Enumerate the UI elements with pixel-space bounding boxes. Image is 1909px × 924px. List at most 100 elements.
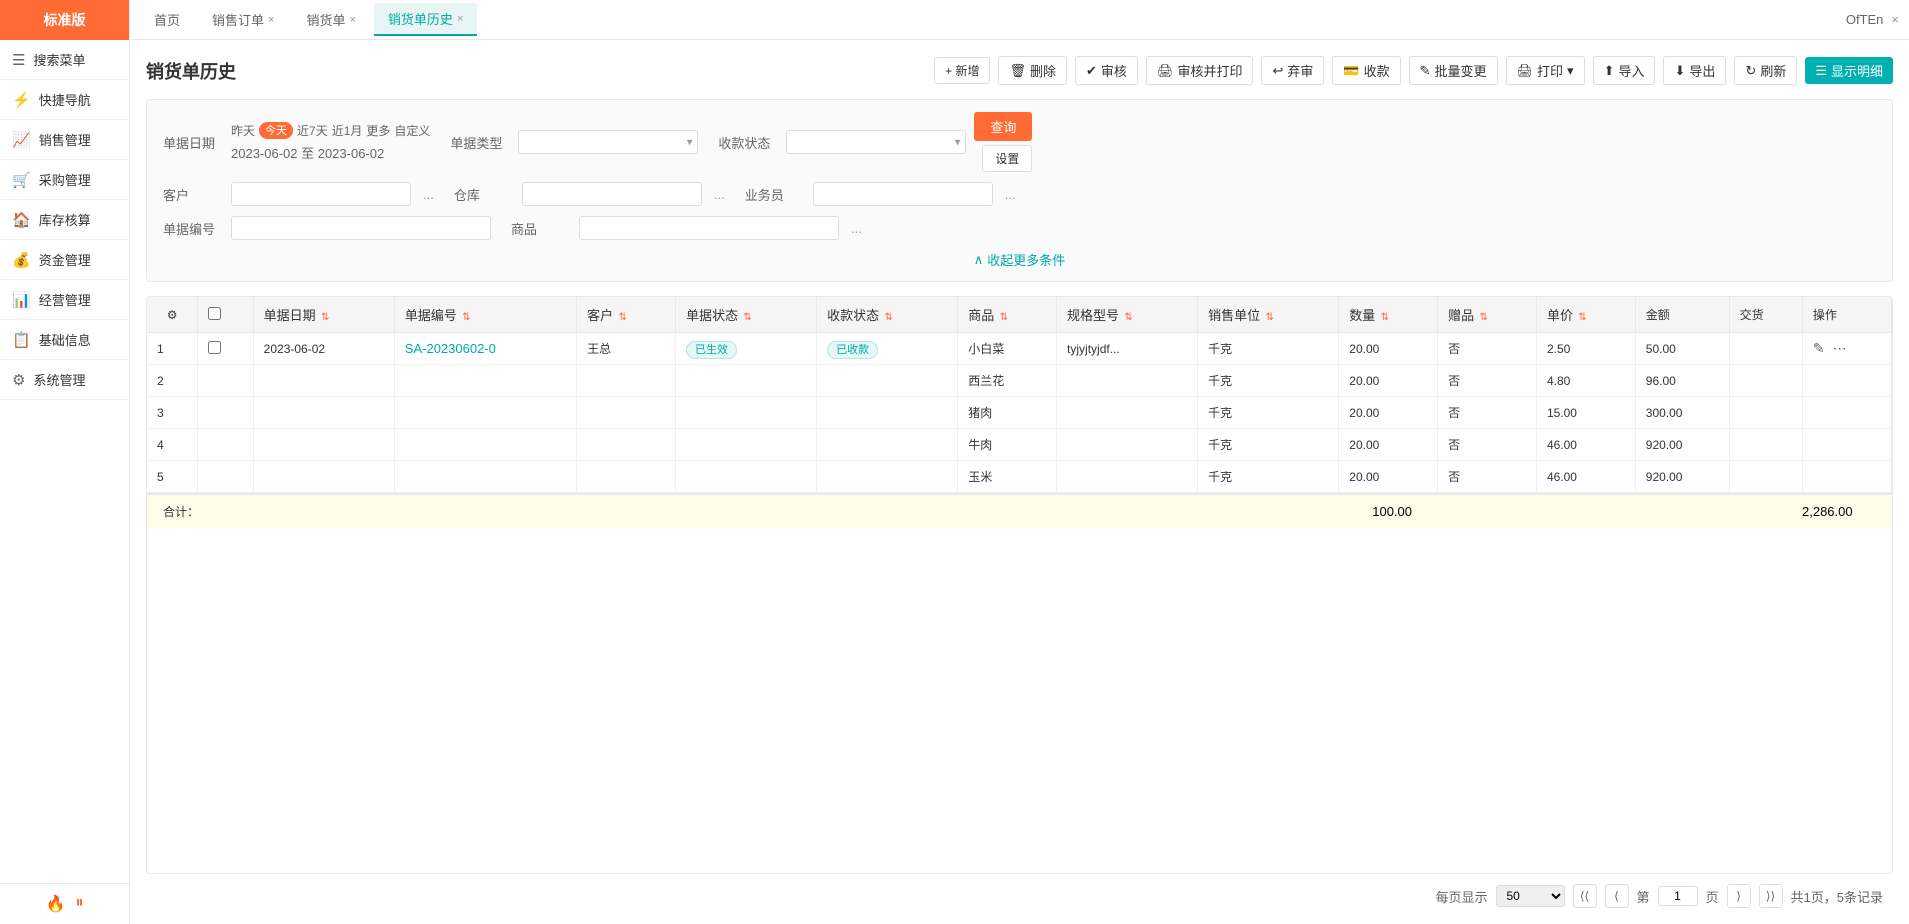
th-checkbox[interactable] — [198, 297, 253, 333]
audit-button[interactable]: ✔ 审核 — [1075, 56, 1138, 85]
date-custom[interactable]: 自定义 — [394, 122, 430, 139]
print-button[interactable]: 🖨 打印 ▾ — [1506, 56, 1585, 85]
th-qty[interactable]: 数量 ⇅ — [1339, 297, 1438, 333]
date-today[interactable]: 今天 — [259, 122, 293, 139]
abandon-button[interactable]: ↩ 弃审 — [1261, 56, 1324, 85]
td-doc-date — [253, 397, 394, 429]
select-all-checkbox[interactable] — [208, 307, 221, 320]
sidebar-item-sys-mgmt[interactable]: ⚙ 系统管理 — [0, 360, 129, 400]
toolbar: + 新增 🗑 删除 ✔ 审核 🖨 审核并打印 ↩ 弃审 — [934, 56, 1893, 85]
edit-icon[interactable]: ✎ — [1813, 340, 1825, 357]
import-button[interactable]: ⬆ 导入 — [1593, 56, 1656, 85]
collapse-row[interactable]: ∧ 收起更多条件 — [163, 250, 1876, 269]
date-1month[interactable]: 近1月 — [332, 122, 363, 139]
date-7days[interactable]: 近7天 — [297, 122, 328, 139]
sidebar-item-basic-info[interactable]: 📋 基础信息 — [0, 320, 129, 360]
th-spec[interactable]: 规格型号 ⇅ — [1057, 297, 1198, 333]
salesperson-dots[interactable]: ... — [1005, 187, 1016, 202]
tab-sales-goods-close[interactable]: × — [349, 14, 355, 26]
prev-page-btn[interactable]: ⟨ — [1605, 884, 1629, 908]
customer-dots[interactable]: ... — [423, 187, 434, 202]
goods-input[interactable] — [579, 216, 839, 240]
sidebar-item-search-menu[interactable]: ☰ 搜索菜单 — [0, 40, 129, 80]
date-yesterday[interactable]: 昨天 — [231, 122, 255, 139]
refresh-label: 刷新 — [1760, 61, 1786, 80]
th-doc-no[interactable]: 单据编号 ⇅ — [394, 297, 576, 333]
td-checkbox[interactable] — [198, 333, 253, 365]
td-doc-date: 2023-06-02 — [253, 333, 394, 365]
td-doc-status — [675, 461, 816, 493]
docno-input[interactable] — [231, 216, 491, 240]
tab-home[interactable]: 首页 — [140, 4, 194, 35]
th-doc-date[interactable]: 单据日期 ⇅ — [253, 297, 394, 333]
td-checkbox[interactable] — [198, 429, 253, 461]
warehouse-dots[interactable]: ... — [714, 187, 725, 202]
last-page-btn[interactable]: ⟩⟩ — [1759, 884, 1783, 908]
date-quick-buttons: 昨天 今天 近7天 近1月 更多 自定义 — [231, 122, 430, 139]
paystatus-select[interactable] — [786, 130, 966, 154]
topbar-close-btn[interactable]: × — [1891, 12, 1899, 27]
td-doc-status — [675, 397, 816, 429]
tab-sales-history[interactable]: 销货单历史 × — [374, 3, 477, 36]
doctype-select[interactable] — [518, 130, 698, 154]
th-unit[interactable]: 销售单位 ⇅ — [1198, 297, 1339, 333]
tab-sales-history-close[interactable]: × — [457, 13, 463, 25]
th-gift[interactable]: 赠品 ⇅ — [1438, 297, 1537, 333]
date-more[interactable]: 更多 — [366, 122, 390, 139]
first-page-btn[interactable]: ⟨⟨ — [1573, 884, 1597, 908]
set-button[interactable]: 设置 — [982, 145, 1032, 172]
audit-print-button[interactable]: 🖨 审核并打印 — [1146, 56, 1254, 85]
sidebar-item-purchase-mgmt[interactable]: 🛒 采购管理 — [0, 160, 129, 200]
sidebar-pause-icon[interactable]: ⏸ — [75, 894, 83, 914]
refresh-button[interactable]: ↻ 刷新 — [1734, 56, 1797, 85]
next-page-btn[interactable]: ⟩ — [1727, 884, 1751, 908]
date-label: 单据日期 — [163, 133, 223, 152]
salesperson-input[interactable] — [813, 182, 993, 206]
tab-sales-order[interactable]: 销售订单 × — [198, 4, 288, 35]
td-transaction — [1729, 333, 1802, 365]
row-checkbox[interactable] — [208, 341, 221, 354]
sidebar-fire-icon[interactable]: 🔥 — [46, 894, 66, 914]
td-rownum: 1 — [147, 333, 198, 365]
td-checkbox[interactable] — [198, 461, 253, 493]
td-unit: 千克 — [1198, 429, 1339, 461]
tab-sales-goods[interactable]: 销货单 × — [292, 4, 369, 35]
td-checkbox[interactable] — [198, 397, 253, 429]
sidebar-item-sales-mgmt[interactable]: 📈 销售管理 — [0, 120, 129, 160]
export-button[interactable]: ⬇ 导出 — [1663, 56, 1726, 85]
page-title: 销货单历史 — [146, 58, 236, 84]
page-size-select[interactable]: 20 50 100 — [1496, 885, 1565, 907]
warehouse-input[interactable] — [522, 182, 702, 206]
show-detail-button[interactable]: ☰ 显示明细 — [1805, 57, 1893, 84]
add-button[interactable]: + 新增 — [934, 57, 990, 84]
td-customer — [577, 397, 676, 429]
page-input[interactable]: 1 — [1658, 886, 1698, 906]
customer-input[interactable] — [231, 182, 411, 206]
th-unit-price[interactable]: 单价 ⇅ — [1536, 297, 1635, 333]
goods-dots[interactable]: ... — [851, 221, 862, 236]
query-button[interactable]: 查询 — [974, 112, 1032, 141]
sidebar-item-ops-mgmt[interactable]: 📊 经营管理 — [0, 280, 129, 320]
more-icon[interactable]: ⋯ — [1833, 340, 1847, 357]
date-range-text: 2023-06-02 至 2023-06-02 — [231, 143, 384, 162]
export-icon: ⬇ — [1674, 63, 1685, 79]
th-customer[interactable]: 客户 ⇅ — [577, 297, 676, 333]
th-gift-sort: ⇅ — [1479, 312, 1487, 323]
sidebar-item-fund-mgmt[interactable]: 💰 资金管理 — [0, 240, 129, 280]
doc-no-link[interactable]: SA-20230602-0 — [405, 341, 496, 356]
td-pay-status — [817, 397, 958, 429]
collect-button[interactable]: 💳 收款 — [1332, 56, 1400, 85]
delete-button[interactable]: 🗑 删除 — [998, 56, 1067, 85]
th-goods[interactable]: 商品 ⇅ — [958, 297, 1057, 333]
batch-change-button[interactable]: ✎ 批量变更 — [1409, 56, 1498, 85]
th-pay-status[interactable]: 收款状态 ⇅ — [817, 297, 958, 333]
th-doc-status[interactable]: 单据状态 ⇅ — [675, 297, 816, 333]
td-checkbox[interactable] — [198, 365, 253, 397]
th-gear[interactable]: ⚙ — [147, 297, 198, 333]
ops-mgmt-icon: 📊 — [12, 291, 31, 309]
sidebar-item-inventory[interactable]: 🏠 库存核算 — [0, 200, 129, 240]
sidebar-item-quick-nav[interactable]: ⚡ 快捷导航 — [0, 80, 129, 120]
tab-sales-order-close[interactable]: × — [268, 14, 274, 26]
delete-icon: 🗑 — [1009, 63, 1026, 79]
td-unit: 千克 — [1198, 397, 1339, 429]
